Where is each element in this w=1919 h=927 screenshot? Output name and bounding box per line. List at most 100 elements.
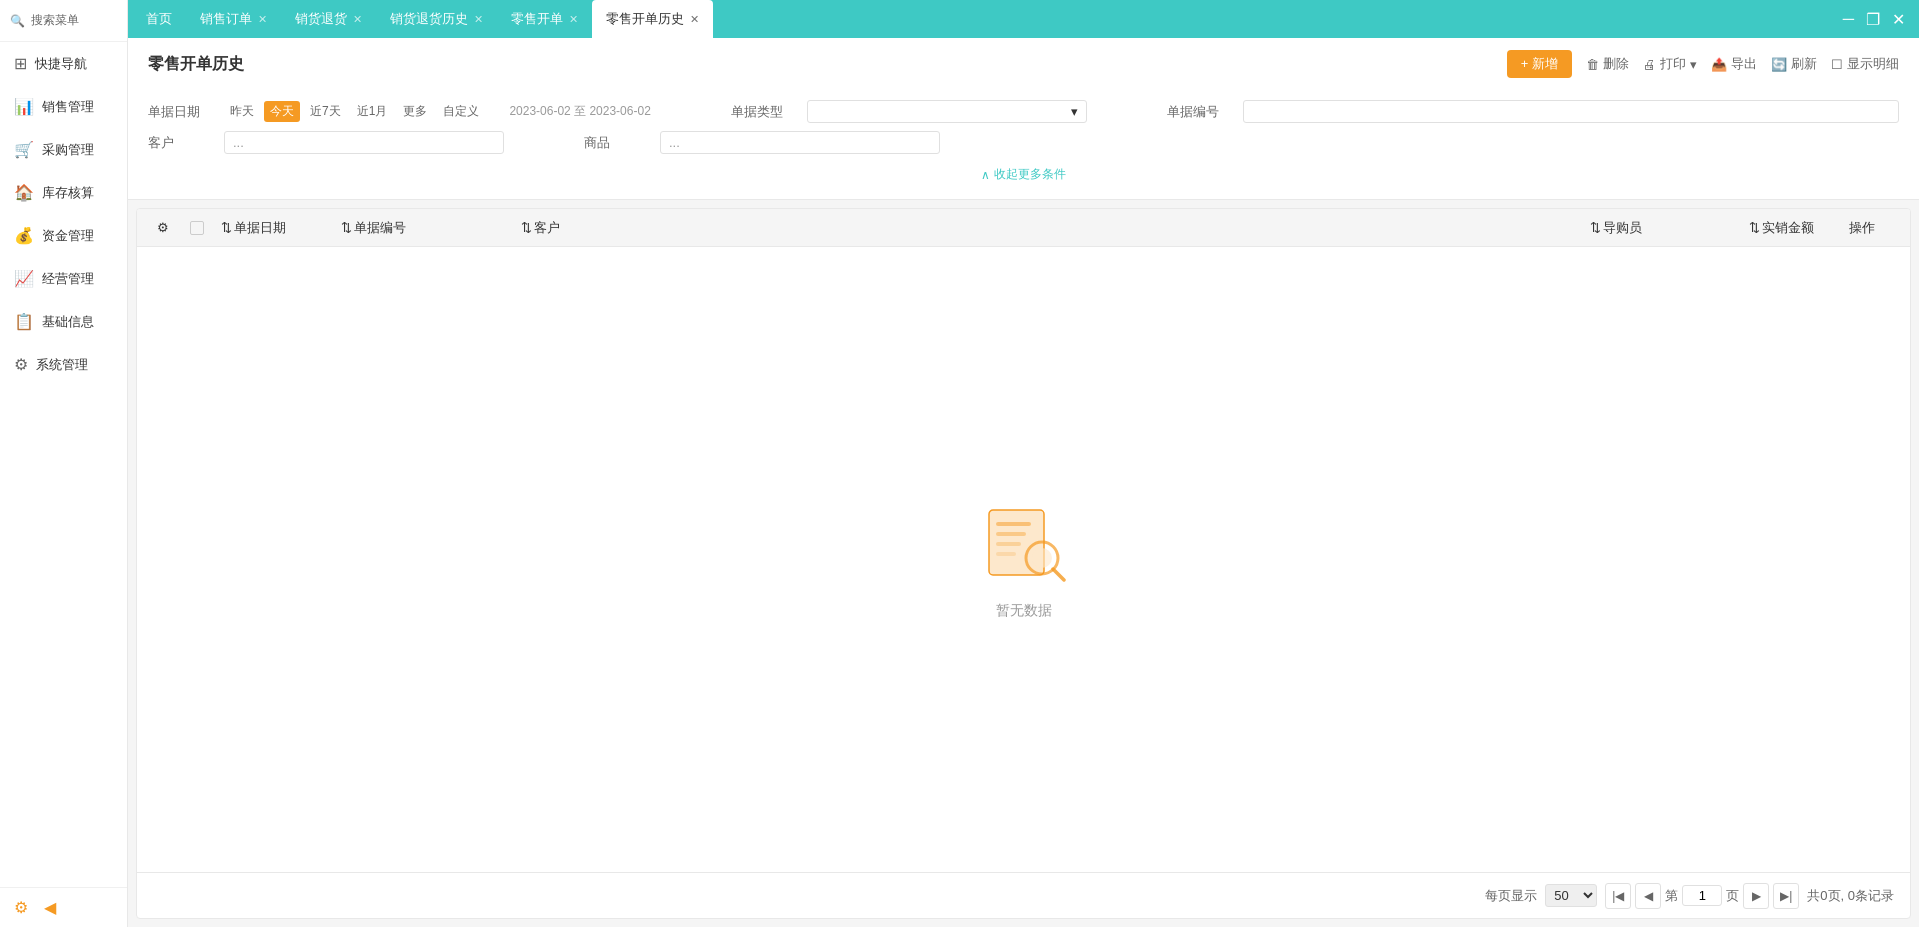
tab-sales-return-history[interactable]: 销货退货历史 ✕: [376, 0, 497, 38]
tab-retail-open-history[interactable]: 零售开单历史✕: [592, 0, 713, 38]
column-date[interactable]: ⇅ 单据日期: [213, 219, 333, 237]
tab-home[interactable]: 首页: [132, 0, 186, 38]
sort-icon-amount: ⇅: [1749, 220, 1760, 235]
next-page-btn[interactable]: ▶: [1743, 883, 1769, 909]
svg-rect-4: [996, 552, 1016, 556]
empty-text: 暂无数据: [996, 602, 1052, 620]
col-action-label: 操作: [1849, 219, 1875, 237]
sidebar-item-finance[interactable]: 💰资金管理: [0, 214, 127, 257]
sidebar-label-sales-mgmt: 销售管理: [42, 98, 94, 116]
product-input[interactable]: ...: [660, 131, 940, 154]
restore-button[interactable]: ❐: [1866, 10, 1880, 29]
column-guide[interactable]: ⇅ 导购员: [1582, 219, 1702, 237]
tab-sales-order[interactable]: 销售订单✕: [186, 0, 281, 38]
export-button[interactable]: 📤 导出: [1711, 55, 1757, 73]
customer-input[interactable]: ...: [224, 131, 504, 154]
sidebar-search[interactable]: 🔍 搜索菜单: [0, 0, 127, 42]
sidebar-item-quick-nav[interactable]: ⊞ 快捷导航: [0, 42, 127, 85]
tab-bar-right: ─ ❐ ✕: [1843, 10, 1915, 29]
sidebar-icon-purchase-mgmt: 🛒: [14, 140, 34, 159]
sidebar-icon-quick-nav: ⊞: [14, 54, 27, 73]
svg-rect-3: [996, 542, 1021, 546]
col-amount-label: 实销金额: [1762, 219, 1814, 237]
col-billno-label: 单据编号: [354, 219, 406, 237]
date-yesterday-btn[interactable]: 昨天: [224, 101, 260, 122]
print-icon: 🖨: [1643, 57, 1656, 72]
page-content: 零售开单历史 + 新增 🗑 删除 🖨 打印 ▾ 📤 导出: [128, 38, 1919, 927]
print-button[interactable]: 🖨 打印 ▾: [1643, 55, 1697, 73]
sidebar-label-purchase-mgmt: 采购管理: [42, 141, 94, 159]
page-title-row: 零售开单历史 + 新增 🗑 删除 🖨 打印 ▾ 📤 导出: [148, 50, 1899, 78]
search-icon: 🔍: [10, 14, 25, 28]
bill-type-label: 单据类型: [731, 103, 787, 121]
tab-close-sales-return-history[interactable]: ✕: [474, 13, 483, 26]
column-billno[interactable]: ⇅ 单据编号: [333, 219, 513, 237]
filter-row-1: 单据日期 昨天 今天 近7天 近1月 更多 自定义 2023-06-02 至 2…: [148, 100, 1899, 123]
column-amount[interactable]: ⇅ 实销金额: [1702, 219, 1822, 237]
last-page-btn[interactable]: ▶|: [1773, 883, 1799, 909]
column-settings[interactable]: ⚙: [145, 220, 181, 235]
sidebar-item-basic-info[interactable]: 📋基础信息: [0, 300, 127, 343]
tab-close-sales-return[interactable]: ✕: [353, 13, 362, 26]
sidebar-icon-finance: 💰: [14, 226, 34, 245]
page-title: 零售开单历史: [148, 54, 244, 75]
refresh-icon: 🔄: [1771, 57, 1787, 72]
sidebar-item-sales-mgmt[interactable]: 📊销售管理: [0, 85, 127, 128]
sort-icon-date: ⇅: [221, 220, 232, 235]
prev-page-btn[interactable]: ◀: [1635, 883, 1661, 909]
bill-type-dropdown-icon: ▾: [1071, 104, 1078, 119]
settings-icon[interactable]: ⚙: [14, 898, 28, 917]
tab-close-retail-open[interactable]: ✕: [569, 13, 578, 26]
print-label: 打印: [1660, 55, 1686, 73]
date-7days-btn[interactable]: 近7天: [304, 101, 347, 122]
sidebar-item-operations[interactable]: 📈经营管理: [0, 257, 127, 300]
delete-label: 删除: [1603, 55, 1629, 73]
column-checkbox[interactable]: [181, 221, 213, 235]
main-content: 首页销售订单✕销货退货✕销货退货历史✕零售开单✕零售开单历史✕ ─ ❐ ✕ 零售…: [128, 0, 1919, 927]
sidebar-label-operations: 经营管理: [42, 270, 94, 288]
collapse-sidebar-icon[interactable]: ◀: [44, 898, 56, 917]
first-page-btn[interactable]: |◀: [1605, 883, 1631, 909]
display-detail-button[interactable]: ☐ 显示明细: [1831, 55, 1899, 73]
export-label: 导出: [1731, 55, 1757, 73]
tab-label-sales-return-history: 销货退货历史: [390, 10, 468, 28]
tab-label-retail-open: 零售开单: [511, 10, 563, 28]
date-more-btn[interactable]: 更多: [397, 101, 433, 122]
close-window-button[interactable]: ✕: [1892, 10, 1905, 29]
sidebar-label-system: 系统管理: [36, 356, 88, 374]
tab-retail-open[interactable]: 零售开单 ✕: [497, 0, 592, 38]
column-customer[interactable]: ⇅ 客户: [513, 219, 1582, 237]
date-filter-label: 单据日期: [148, 103, 204, 121]
sidebar-label-basic-info: 基础信息: [42, 313, 94, 331]
bill-type-select[interactable]: ▾: [807, 100, 1087, 123]
date-today-btn[interactable]: 今天: [264, 101, 300, 122]
refresh-button[interactable]: 🔄 刷新: [1771, 55, 1817, 73]
delete-button[interactable]: 🗑 删除: [1586, 55, 1629, 73]
page-number-input[interactable]: [1682, 885, 1722, 906]
delete-icon: 🗑: [1586, 57, 1599, 72]
select-all-checkbox[interactable]: [190, 221, 204, 235]
sidebar-icon-inventory: 🏠: [14, 183, 34, 202]
add-button[interactable]: + 新增: [1507, 50, 1572, 78]
bill-no-input[interactable]: [1243, 100, 1899, 123]
empty-state: 暂无数据: [137, 247, 1910, 872]
per-page-select[interactable]: 50 10 20 100: [1545, 884, 1597, 907]
date-custom-btn[interactable]: 自定义: [437, 101, 485, 122]
refresh-label: 刷新: [1791, 55, 1817, 73]
sidebar-item-purchase-mgmt[interactable]: 🛒 采购管理: [0, 128, 127, 171]
min-button[interactable]: ─: [1843, 10, 1854, 28]
sidebar: 🔍 搜索菜单 ⊞ 快捷导航 📊销售管理 🛒 采购管理 🏠库存核算💰资金管理📈经营管理📋基础…: [0, 0, 128, 927]
date-1month-btn[interactable]: 近1月: [351, 101, 394, 122]
tab-sales-return[interactable]: 销货退货✕: [281, 0, 376, 38]
sidebar-item-system[interactable]: ⚙ 系统管理: [0, 343, 127, 386]
tab-close-retail-open-history[interactable]: ✕: [690, 13, 699, 26]
sidebar-item-inventory[interactable]: 🏠库存核算: [0, 171, 127, 214]
svg-point-6: [1032, 548, 1052, 568]
collapse-more-btn[interactable]: ∧ 收起更多条件: [148, 162, 1899, 191]
sidebar-icon-system: ⚙: [14, 355, 28, 374]
sort-icon-billno: ⇅: [341, 220, 352, 235]
sidebar-label-quick-nav: 快捷导航: [35, 55, 87, 73]
product-filter-label: 商品: [584, 134, 640, 152]
total-info: 共0页, 0条记录: [1807, 887, 1894, 905]
tab-close-sales-order[interactable]: ✕: [258, 13, 267, 26]
